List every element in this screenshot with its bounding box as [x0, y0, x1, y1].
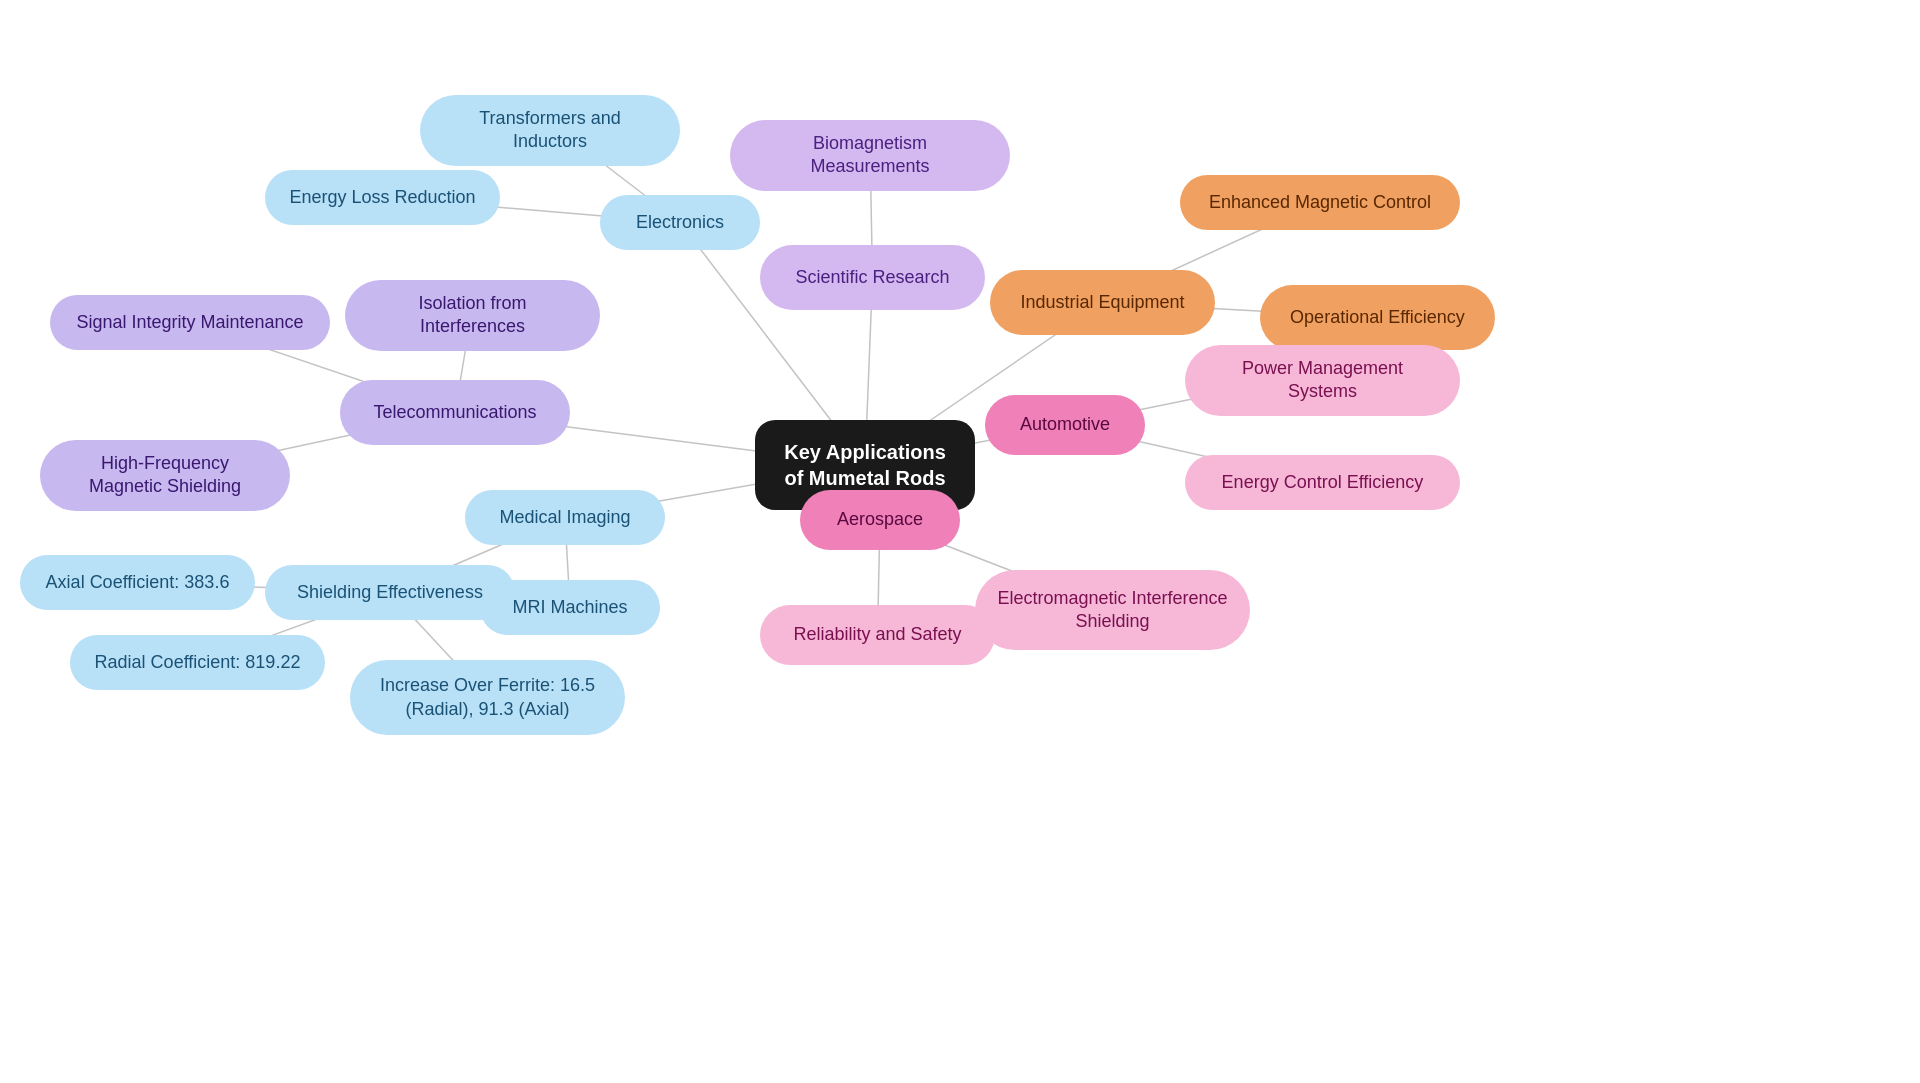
node-biomagnetism: Biomagnetism Measurements	[730, 120, 1010, 191]
node-power-mgmt: Power Management Systems	[1185, 345, 1460, 416]
node-transformers: Transformers and Inductors	[420, 95, 680, 166]
node-telecom: Telecommunications	[340, 380, 570, 445]
node-aerospace: Aerospace	[800, 490, 960, 550]
node-energy-loss: Energy Loss Reduction	[265, 170, 500, 225]
node-reliability: Reliability and Safety	[760, 605, 995, 665]
node-medical-imaging: Medical Imaging	[465, 490, 665, 545]
node-radial-coeff: Radial Coefficient: 819.22	[70, 635, 325, 690]
node-increase-ferrite: Increase Over Ferrite: 16.5 (Radial), 91…	[350, 660, 625, 735]
node-scientific: Scientific Research	[760, 245, 985, 310]
node-enhanced-mag: Enhanced Magnetic Control	[1180, 175, 1460, 230]
node-automotive: Automotive	[985, 395, 1145, 455]
node-shielding-eff: Shielding Effectiveness	[265, 565, 515, 620]
node-energy-control: Energy Control Efficiency	[1185, 455, 1460, 510]
node-isolation: Isolation from Interferences	[345, 280, 600, 351]
node-axial-coeff: Axial Coefficient: 383.6	[20, 555, 255, 610]
node-industrial: Industrial Equipment	[990, 270, 1215, 335]
node-signal-integrity: Signal Integrity Maintenance	[50, 295, 330, 350]
node-emi-shielding: Electromagnetic Interference Shielding	[975, 570, 1250, 650]
node-high-freq: High-Frequency Magnetic Shielding	[40, 440, 290, 511]
node-operational-eff: Operational Efficiency	[1260, 285, 1495, 350]
node-electronics: Electronics	[600, 195, 760, 250]
